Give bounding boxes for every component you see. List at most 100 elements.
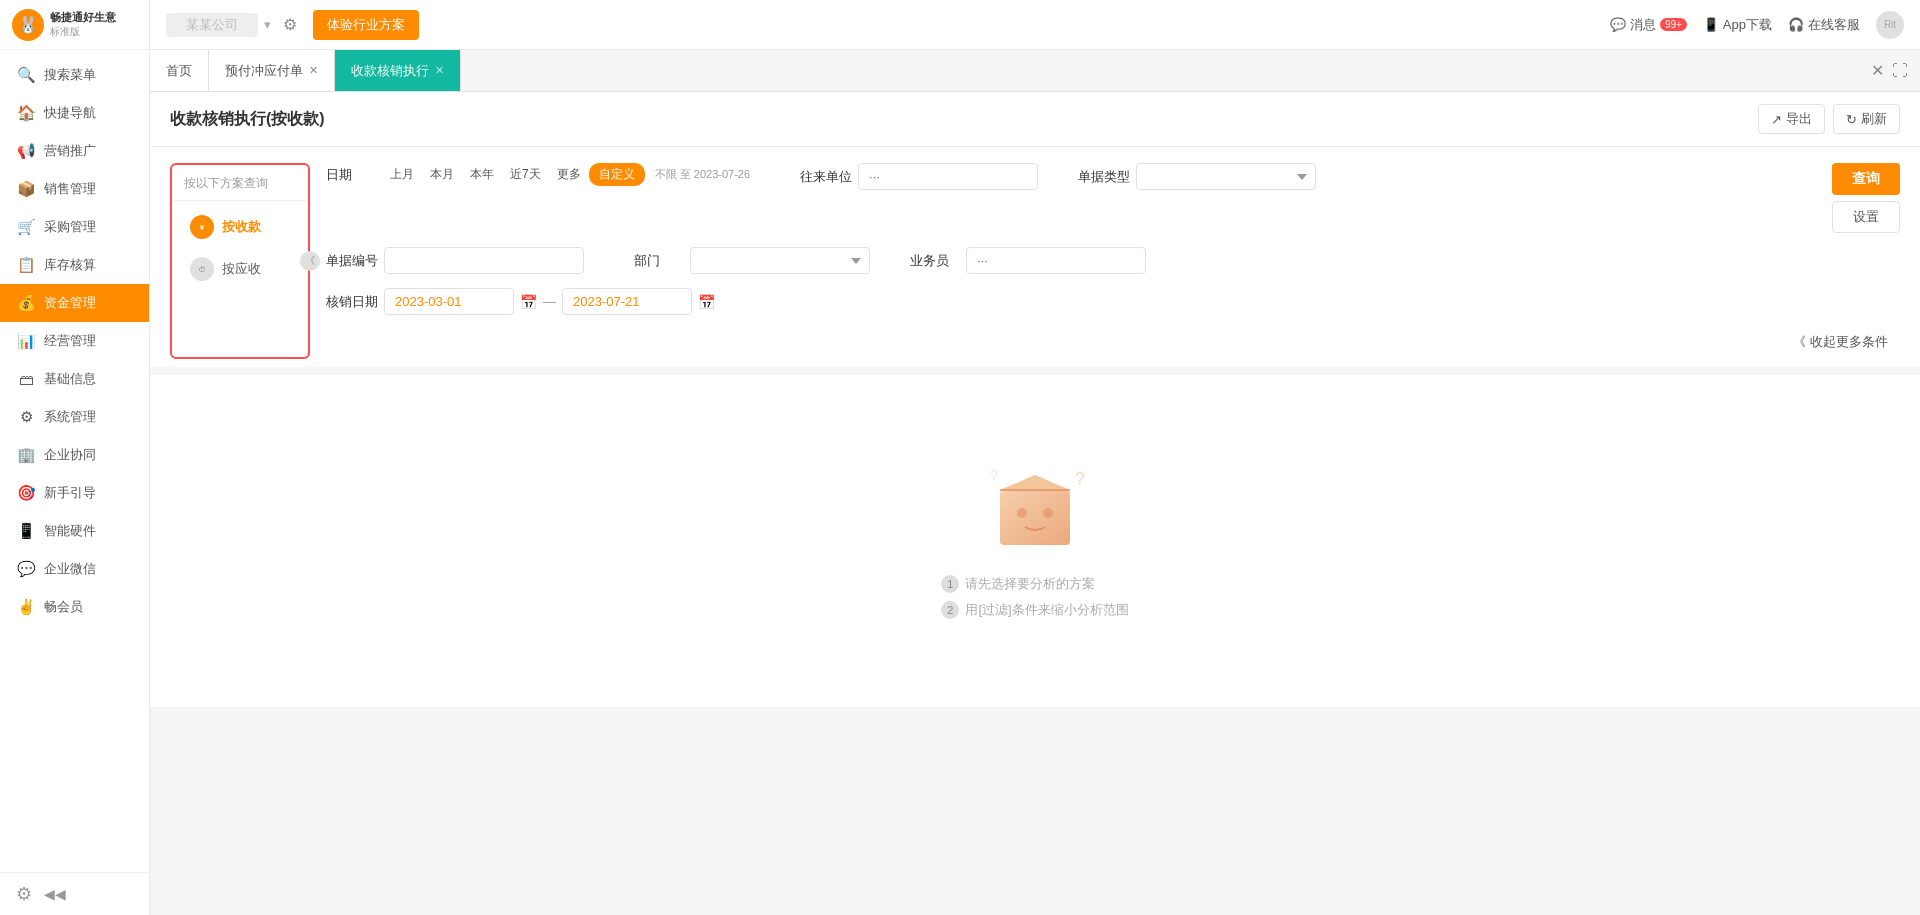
collapse-sidebar-icon[interactable]: ◀◀ [44, 886, 66, 902]
date-tab-custom[interactable]: 自定义 [589, 163, 645, 186]
sidebar-item-label: 企业微信 [44, 560, 96, 578]
message-button[interactable]: 💬 消息 99+ [1610, 16, 1687, 34]
database-icon: 🗃 [16, 371, 36, 388]
empty-state: ? ? 1 请先选择要分析的方案 2 用[过滤]条件来缩小分析范围 [150, 375, 1920, 707]
sidebar-item-search[interactable]: 🔍 搜索菜单 [0, 56, 149, 94]
tab-receipt[interactable]: 收款核销执行 ✕ [335, 50, 461, 91]
svg-text:?: ? [990, 467, 998, 483]
app-download-button[interactable]: 📱 App下载 [1703, 16, 1772, 34]
tab-receipt-close-icon[interactable]: ✕ [435, 64, 444, 77]
sidebar-item-hardware[interactable]: 📱 智能硬件 [0, 512, 149, 550]
date-tab-this-month[interactable]: 本月 [422, 163, 462, 186]
filter-row-2: 单据编号 部门 业务员 [326, 247, 1900, 274]
partner-input[interactable] [858, 163, 1038, 190]
tab-prepay-close-icon[interactable]: ✕ [309, 64, 318, 77]
settings-button[interactable]: 设置 [1832, 201, 1900, 233]
sidebar-item-label: 采购管理 [44, 218, 96, 236]
date-tab-this-year[interactable]: 本年 [462, 163, 502, 186]
page-title: 收款核销执行(按收款) [170, 109, 325, 142]
hint-num-2: 2 [941, 601, 959, 619]
service-icon: 🎧 [1788, 17, 1804, 32]
filter-row-3: 核销日期 📅 — 📅 [326, 288, 1900, 315]
tab-expand-icon[interactable]: ⛶ [1892, 62, 1908, 80]
doc-type-select[interactable] [1136, 163, 1316, 190]
svg-text:?: ? [1075, 469, 1085, 489]
topbar-right: 💬 消息 99+ 📱 App下载 🎧 在线客服 Rit [1610, 11, 1904, 39]
date-tab-prev-month[interactable]: 上月 [382, 163, 422, 186]
sidebar-item-marketing[interactable]: 📢 营销推广 [0, 132, 149, 170]
logo-icon: 🐰 [12, 9, 44, 41]
filter-main: 按以下方案查询 ¥ 按收款 ⏱ 按应收 《 [170, 163, 1900, 359]
sidebar-item-basicinfo[interactable]: 🗃 基础信息 [0, 360, 149, 398]
filter-by-receipt-label: 按收款 [222, 218, 261, 236]
sidebar-item-wechat[interactable]: 💬 企业微信 [0, 550, 149, 588]
empty-hint-2: 2 用[过滤]条件来缩小分析范围 [941, 601, 1128, 619]
refresh-button[interactable]: ↻ 刷新 [1833, 104, 1900, 134]
date-tab-more[interactable]: 更多 [549, 163, 589, 186]
sidebar-item-system[interactable]: ⚙ 系统管理 [0, 398, 149, 436]
calendar-end-icon[interactable]: 📅 [698, 294, 715, 310]
home-icon: 🏠 [16, 104, 36, 122]
app-download-label: App下载 [1723, 16, 1772, 34]
doc-no-input[interactable] [384, 247, 584, 274]
partner-filter-group: 往来单位 [800, 163, 1038, 190]
company-name: 某某公司 [166, 13, 258, 37]
sidebar-item-quicknav[interactable]: 🏠 快捷导航 [0, 94, 149, 132]
sidebar-item-enterprise[interactable]: 🏢 企业协同 [0, 436, 149, 474]
app-name: 畅捷通好生意 [50, 10, 116, 25]
sidebar-item-finance[interactable]: 💰 资金管理 [0, 284, 149, 322]
collapse-more-label: 收起更多条件 [1810, 333, 1888, 351]
chart-icon: 📊 [16, 332, 36, 350]
mobile-icon: 📱 [1703, 17, 1719, 32]
solution-button[interactable]: 体验行业方案 [313, 10, 419, 40]
calendar-start-icon[interactable]: 📅 [520, 294, 537, 310]
sidebar-item-inventory[interactable]: 📋 库存核算 [0, 246, 149, 284]
sidebar-item-sales[interactable]: 📦 销售管理 [0, 170, 149, 208]
hint-num-1: 1 [941, 575, 959, 593]
verify-date-end-input[interactable] [562, 288, 692, 315]
settings-bottom-icon[interactable]: ⚙ [16, 883, 32, 905]
tab-prepay[interactable]: 预付冲应付单 ✕ [209, 50, 335, 91]
online-service-button[interactable]: 🎧 在线客服 [1788, 16, 1860, 34]
topbar: 某某公司 ▾ ⚙ 体验行业方案 💬 消息 99+ 📱 App下载 🎧 在线客服 … [150, 0, 1920, 50]
filter-row-1: 日期 上月 本月 本年 近7天 更多 自定义 不限 至 2023-07-26 [326, 163, 1900, 233]
verify-date-start-input[interactable] [384, 288, 514, 315]
filter-by-receivable[interactable]: ⏱ 按应收 [178, 249, 302, 289]
sidebar-item-vip[interactable]: ✌ 畅会员 [0, 588, 149, 626]
dept-select[interactable] [690, 247, 870, 274]
tab-close-icon[interactable]: ✕ [1871, 61, 1884, 80]
collapse-panel-button[interactable]: 《 [300, 251, 320, 271]
staff-input[interactable] [966, 247, 1146, 274]
sidebar: 🐰 畅捷通好生意 标准版 🔍 搜索菜单 🏠 快捷导航 📢 营销推广 📦 销售管理… [0, 0, 150, 915]
sidebar-item-guide[interactable]: 🎯 新手引导 [0, 474, 149, 512]
verify-date-range: 📅 — 📅 [384, 288, 715, 315]
online-service-label: 在线客服 [1808, 16, 1860, 34]
date-tab-7days[interactable]: 近7天 [502, 163, 549, 186]
sidebar-bottom: ⚙ ◀◀ [0, 872, 149, 915]
clipboard-icon: 📋 [16, 256, 36, 274]
svg-marker-5 [1000, 475, 1070, 490]
export-button[interactable]: ↗ 导出 [1758, 104, 1825, 134]
query-actions: 查询 设置 [1832, 163, 1900, 233]
doc-no-label: 单据编号 [326, 252, 378, 270]
filter-container: 按以下方案查询 ¥ 按收款 ⏱ 按应收 《 [150, 147, 1920, 367]
collapse-more-button[interactable]: 《 收起更多条件 [1781, 329, 1900, 355]
logo-area: 🐰 畅捷通好生意 标准版 [0, 0, 149, 50]
user-avatar[interactable]: Rit [1876, 11, 1904, 39]
query-button[interactable]: 查询 [1832, 163, 1900, 195]
date-filter-group: 日期 上月 本月 本年 近7天 更多 自定义 不限 至 2023-07-26 [326, 163, 750, 186]
hint-text-1: 请先选择要分析的方案 [965, 575, 1095, 593]
megaphone-icon: 📢 [16, 142, 36, 160]
filter-by-receipt[interactable]: ¥ 按收款 [178, 207, 302, 247]
collapse-more-row: 《 收起更多条件 [326, 325, 1900, 359]
filter-by-receivable-label: 按应收 [222, 260, 261, 278]
company-selector[interactable]: 某某公司 ▾ [166, 13, 271, 37]
tab-home[interactable]: 首页 [150, 50, 209, 91]
sidebar-item-purchase[interactable]: 🛒 采购管理 [0, 208, 149, 246]
building-icon: 🏢 [16, 446, 36, 464]
sidebar-item-label: 新手引导 [44, 484, 96, 502]
export-icon: ↗ [1771, 112, 1782, 127]
app-sub: 标准版 [50, 25, 116, 39]
sidebar-item-operations[interactable]: 📊 经营管理 [0, 322, 149, 360]
settings-icon[interactable]: ⚙ [283, 15, 297, 34]
